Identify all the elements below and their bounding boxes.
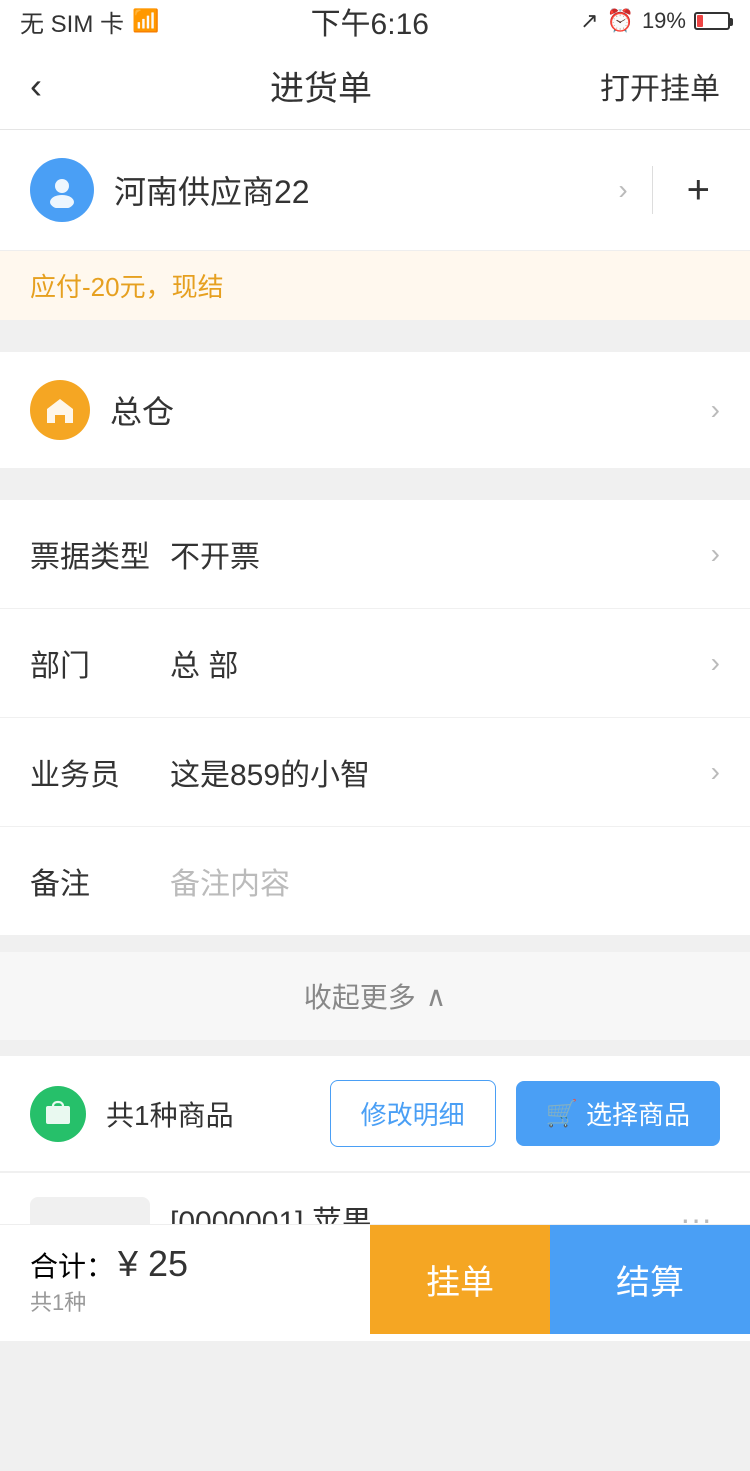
total-label: 合计： bbox=[30, 1245, 114, 1285]
products-icon bbox=[30, 1086, 86, 1142]
sales-label: 业务员 bbox=[30, 750, 150, 794]
products-header: 共1种商品 修改明细 🛒 选择商品 bbox=[0, 1056, 750, 1171]
status-bar: 无 SIM 卡 📶 下午6:16 ↗ ⏰ 19% bbox=[0, 0, 750, 42]
dept-label: 部门 bbox=[30, 641, 150, 685]
avatar bbox=[30, 158, 94, 222]
back-button[interactable]: ‹ bbox=[30, 65, 42, 107]
warehouse-name: 总仓 bbox=[110, 387, 711, 433]
invoice-value: 不开票 bbox=[170, 532, 711, 576]
invoice-row[interactable]: 票据类型 不开票 › bbox=[0, 500, 750, 609]
status-bar-right: ↗ ⏰ 19% bbox=[580, 8, 730, 34]
wifi-icon: 📶 bbox=[132, 8, 159, 34]
warehouse-icon bbox=[30, 380, 90, 440]
chevron-right-icon: › bbox=[711, 394, 720, 426]
battery-label: 19% bbox=[642, 8, 686, 34]
add-supplier-button[interactable]: + bbox=[677, 168, 720, 213]
alarm-icon: ⏰ bbox=[607, 8, 634, 34]
supplier-section: 河南供应商22 › + 应付-20元，现结 bbox=[0, 130, 750, 320]
chevron-right-icon: › bbox=[711, 647, 720, 679]
status-bar-left: 无 SIM 卡 📶 bbox=[20, 4, 159, 39]
products-count: 共1种商品 bbox=[106, 1094, 310, 1134]
open-hang-button[interactable]: 打开挂单 bbox=[600, 64, 720, 108]
remark-label: 备注 bbox=[30, 859, 150, 903]
select-product-button[interactable]: 🛒 选择商品 bbox=[516, 1081, 720, 1146]
dept-row[interactable]: 部门 总 部 › bbox=[0, 609, 750, 718]
hang-button[interactable]: 挂单 bbox=[370, 1225, 550, 1334]
select-icon: 🛒 bbox=[546, 1098, 578, 1129]
warehouse-section: 总仓 › bbox=[0, 352, 750, 468]
total-count: 共1种 bbox=[30, 1285, 340, 1317]
form-section: 票据类型 不开票 › 部门 总 部 › 业务员 这是859的小智 › 备注 备注… bbox=[0, 500, 750, 936]
battery-icon bbox=[694, 12, 730, 30]
collapse-label: 收起更多 bbox=[304, 976, 416, 1016]
supplier-name: 河南供应商22 bbox=[114, 167, 618, 213]
divider bbox=[652, 166, 653, 214]
chevron-right-icon: › bbox=[711, 756, 720, 788]
bottom-bar: 合计： ¥ 25 共1种 挂单 结算 bbox=[0, 1224, 750, 1334]
collapse-button[interactable]: 收起更多 ∧ bbox=[0, 952, 750, 1040]
location-icon: ↗ bbox=[580, 8, 598, 34]
carrier-label: 无 SIM 卡 bbox=[20, 4, 124, 39]
remark-row[interactable]: 备注 备注内容 bbox=[0, 827, 750, 936]
dept-value: 总 部 bbox=[170, 641, 711, 685]
status-bar-time: 下午6:16 bbox=[311, 0, 429, 43]
collapse-icon: ∧ bbox=[426, 980, 447, 1013]
checkout-button[interactable]: 结算 bbox=[550, 1225, 750, 1334]
page-title: 进货单 bbox=[270, 61, 372, 110]
warehouse-row[interactable]: 总仓 › bbox=[0, 352, 750, 468]
chevron-right-icon: › bbox=[618, 174, 627, 206]
total-amount: ¥ 25 bbox=[118, 1243, 188, 1285]
payment-notice: 应付-20元，现结 bbox=[0, 251, 750, 320]
sales-row[interactable]: 业务员 这是859的小智 › bbox=[0, 718, 750, 827]
remark-input[interactable]: 备注内容 bbox=[170, 859, 720, 903]
total-section: 合计： ¥ 25 共1种 bbox=[0, 1225, 370, 1334]
supplier-row[interactable]: 河南供应商22 › + bbox=[0, 130, 750, 251]
select-label: 选择商品 bbox=[586, 1095, 690, 1132]
chevron-right-icon: › bbox=[711, 538, 720, 570]
nav-bar: ‹ 进货单 打开挂单 bbox=[0, 42, 750, 130]
invoice-label: 票据类型 bbox=[30, 532, 150, 576]
edit-detail-button[interactable]: 修改明细 bbox=[330, 1080, 496, 1147]
sales-value: 这是859的小智 bbox=[170, 750, 711, 794]
